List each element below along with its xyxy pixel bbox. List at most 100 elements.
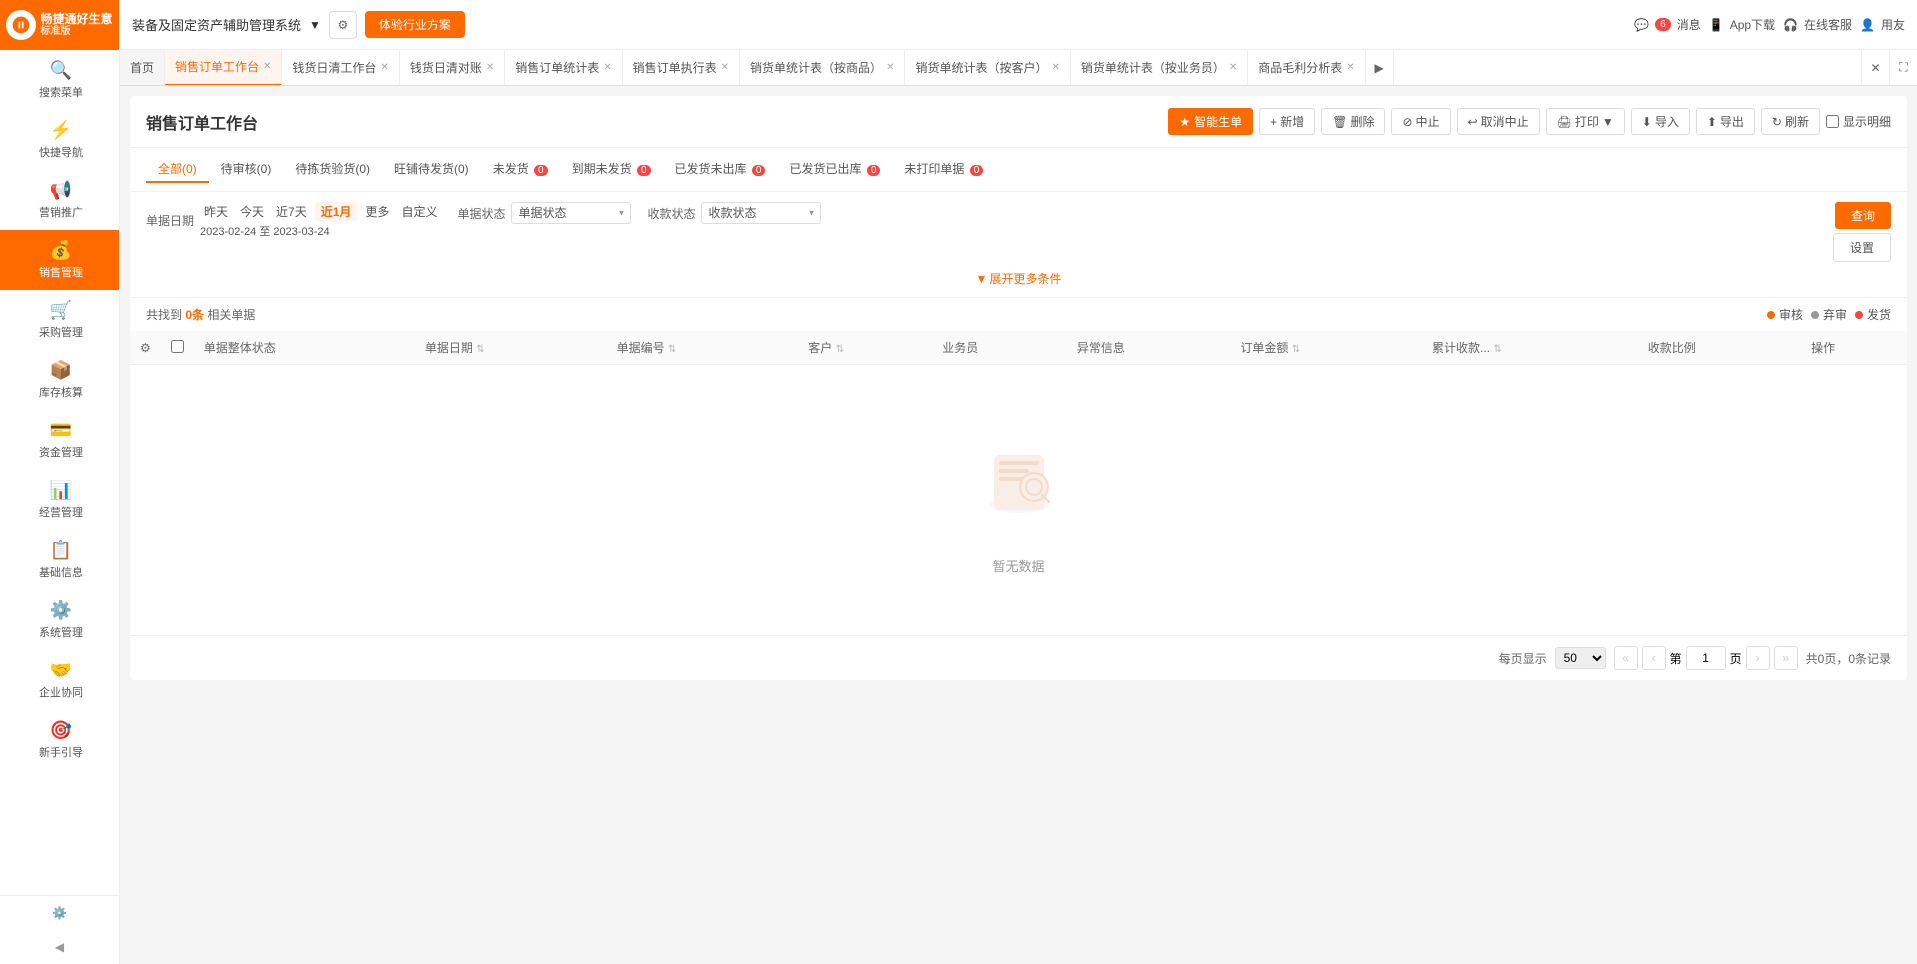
close-tab-icon[interactable]: ✕ [1229,62,1237,73]
stop-btn[interactable]: ⊘ 中止 [1391,108,1450,135]
tab-sales-stats-product[interactable]: 销货单统计表（按商品） ✕ [740,50,905,86]
sidebar-item-sales[interactable]: 💰 销售管理 [0,230,119,290]
status-select[interactable]: 单据状态 [511,202,631,224]
subtab-not-shipped[interactable]: 未发货 0 [481,156,560,183]
col-settings[interactable]: ⚙ [130,331,161,365]
sidebar-item-base-info[interactable]: 📋 基础信息 [0,530,119,590]
tab-product-gross[interactable]: 商品毛利分析表 ✕ [1248,50,1365,86]
setting-btn[interactable]: 设置 [1833,233,1891,262]
review-action-btn[interactable]: 审核 [1767,306,1803,323]
col-checkbox[interactable] [161,331,194,365]
subtab-label: 已发货未出库 [675,162,747,176]
tab-sales-order-workbench[interactable]: 销售订单工作台 ✕ [165,50,282,86]
subtab-not-printed[interactable]: 未打印单据 0 [892,156,995,183]
logo-icon [6,10,36,40]
count-prefix: 共找到 [146,308,182,322]
settings-gear-btn[interactable]: ⚙ [329,11,357,39]
col-customer[interactable]: 客户 ⇅ [798,331,932,365]
subtab-pending-check[interactable]: 待拣货验货(0) [283,156,382,183]
sidebar-item-guide[interactable]: 🎯 新手引导 [0,710,119,770]
page-last-btn[interactable]: » [1774,646,1798,670]
subtab-pending-review[interactable]: 待审核(0) [209,156,284,183]
print-btn[interactable]: 🖨 打印 ▼ [1546,108,1625,135]
page-size-select[interactable]: 50 20 100 [1555,647,1606,669]
smart-create-btn[interactable]: ★ 智能生单 [1168,108,1253,135]
delete-btn[interactable]: 🗑 删除 [1321,108,1385,135]
tab-close-all-btn[interactable]: ✕ [1861,50,1889,86]
tab-sales-order-stats[interactable]: 销售订单统计表 ✕ [505,50,622,86]
sidebar-item-finance[interactable]: 💳 资金管理 [0,410,119,470]
tab-label: 销售订单执行表 [633,59,717,76]
message-badge: 6 [1655,18,1671,31]
close-tab-icon[interactable]: ✕ [1051,62,1059,73]
page-next-btn[interactable]: › [1746,646,1770,670]
col-date[interactable]: 单据日期 ⇅ [415,331,607,365]
date-yesterday-btn[interactable]: 昨天 [200,202,232,221]
col-staff[interactable]: 业务员 [932,331,1067,365]
search-btn[interactable]: 查询 [1835,202,1891,229]
expand-conditions-btn[interactable]: ▼ 展开更多条件 [976,270,1062,287]
page-first-btn[interactable]: « [1614,646,1638,670]
sidebar-item-quick-nav[interactable]: ⚡ 快捷导航 [0,110,119,170]
page-number-input[interactable] [1686,646,1726,670]
tab-sales-stats-customer[interactable]: 销货单统计表（按客户） ✕ [905,50,1070,86]
subtab-wangpu-pending[interactable]: 旺铺待发货(0) [382,156,481,183]
sidebar-settings-btn[interactable]: ⚙️ [0,896,119,930]
industry-plan-btn[interactable]: 体验行业方案 [365,11,465,38]
tab-cash-reconcile[interactable]: 钱货日清对账 ✕ [400,50,505,86]
import-btn[interactable]: ⬇ 导入 [1631,108,1690,135]
sidebar-collapse-btn[interactable]: ◀ [0,930,119,964]
app-download-btn[interactable]: 📱 App下载 [1709,16,1775,33]
tab-sales-order-exec[interactable]: 销售订单执行表 ✕ [623,50,740,86]
close-tab-icon[interactable]: ✕ [721,62,729,73]
table-scroll-container[interactable]: ⚙ 单据整体状态 单据日期 ⇅ [130,331,1907,635]
subtab-all[interactable]: 全部(0) [146,156,209,183]
cancel-review-dot-icon [1811,311,1819,319]
tab-fullscreen-btn[interactable]: ⛶ [1889,50,1917,86]
page-prev-btn[interactable]: ‹ [1642,646,1666,670]
close-tab-icon[interactable]: ✕ [1346,62,1354,73]
payment-select[interactable]: 收款状态 [701,202,821,224]
show-detail-checkbox-label[interactable]: 显示明细 [1826,113,1891,130]
close-tab-icon[interactable]: ✕ [486,62,494,73]
sidebar-item-search[interactable]: 🔍 搜索菜单 [0,50,119,110]
sidebar-item-operation[interactable]: 📊 经营管理 [0,470,119,530]
message-btn[interactable]: 💬 6 消息 [1634,16,1701,33]
sidebar-item-purchase[interactable]: 🛒 采购管理 [0,290,119,350]
tab-home[interactable]: 首页 [120,50,165,86]
close-tab-icon[interactable]: ✕ [886,62,894,73]
cancel-review-action-btn[interactable]: 弃审 [1811,306,1847,323]
subtab-expired-not-shipped[interactable]: 到期未发货 0 [560,156,663,183]
col-collected[interactable]: 累计收款... ⇅ [1422,331,1638,365]
tab-sales-stats-staff[interactable]: 销货单统计表（按业务员） ✕ [1071,50,1248,86]
search-icon: 🔍 [50,60,72,81]
system-dropdown[interactable]: ▼ [309,18,321,32]
select-all-checkbox[interactable] [171,340,184,353]
subtab-shipped-out[interactable]: 已发货已出库 0 [777,156,892,183]
col-amount[interactable]: 订单金额 ⇅ [1230,331,1422,365]
tab-cash-daily[interactable]: 钱货日清工作台 ✕ [282,50,399,86]
date-custom-btn[interactable]: 自定义 [397,202,441,221]
sidebar-item-system[interactable]: ⚙️ 系统管理 [0,590,119,650]
date-more-btn[interactable]: 更多 [361,202,393,221]
col-number[interactable]: 单据编号 ⇅ [607,331,799,365]
show-detail-checkbox[interactable] [1826,115,1839,128]
export-btn[interactable]: ⬆ 导出 [1696,108,1755,135]
date-1month-btn[interactable]: 近1月 [315,202,358,221]
tab-scroll-right-btn[interactable]: ▶ [1366,50,1394,86]
refresh-btn[interactable]: ↻ 刷新 [1761,108,1820,135]
sidebar-item-inventory[interactable]: 📦 库存核算 [0,350,119,410]
online-service-btn[interactable]: 🎧 在线客服 [1783,16,1852,33]
add-btn[interactable]: + 新增 [1259,108,1315,135]
sidebar-item-enterprise[interactable]: 🤝 企业协同 [0,650,119,710]
close-tab-icon[interactable]: ✕ [380,62,388,73]
close-tab-icon[interactable]: ✕ [603,62,611,73]
user-btn[interactable]: 👤 用友 [1860,16,1905,33]
date-today-btn[interactable]: 今天 [236,202,268,221]
cancel-stop-btn[interactable]: ↩ 取消中止 [1457,108,1540,135]
date-7days-btn[interactable]: 近7天 [272,202,311,221]
ship-action-btn[interactable]: 发货 [1855,306,1891,323]
sidebar-item-marketing[interactable]: 📢 营销推广 [0,170,119,230]
close-tab-icon[interactable]: ✕ [263,61,271,72]
subtab-shipped-not-out[interactable]: 已发货未出库 0 [663,156,778,183]
